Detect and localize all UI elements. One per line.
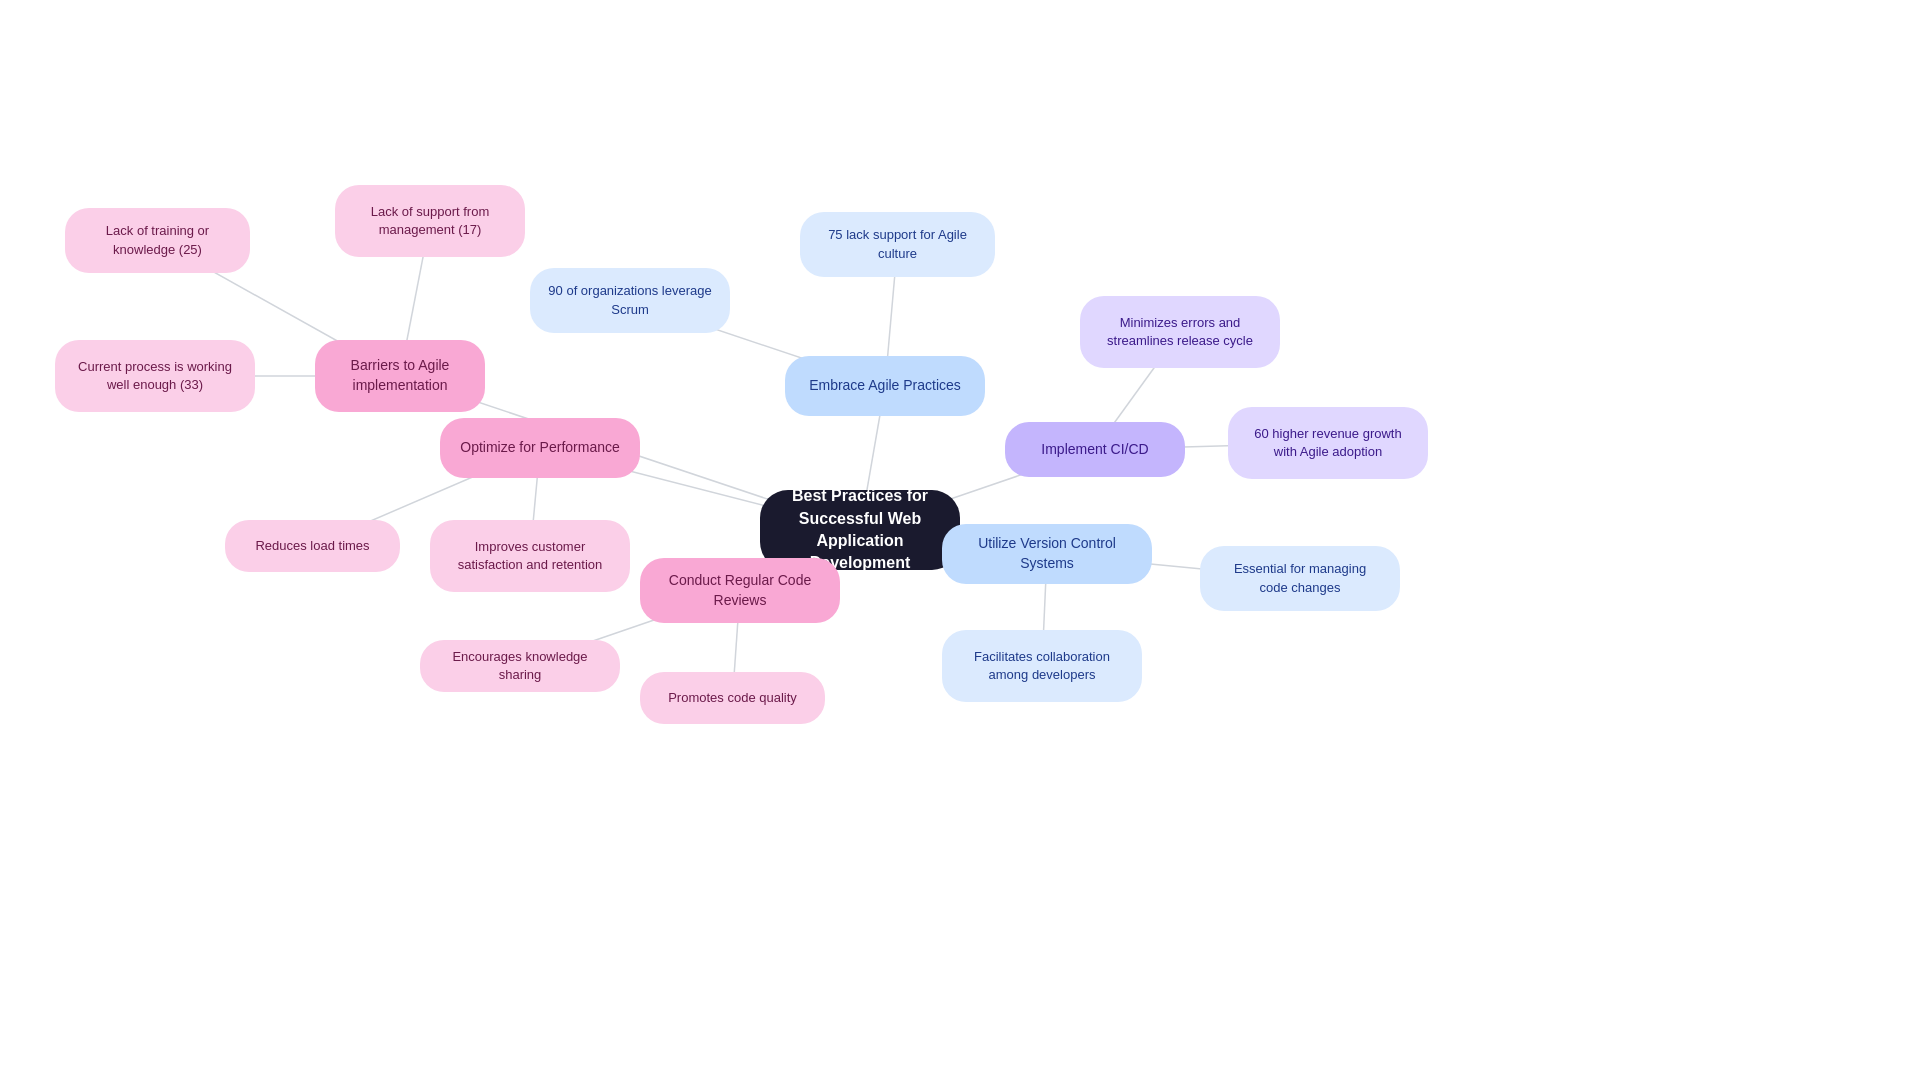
facilitates-collab-node: Facilitates collaboration among develope… — [942, 630, 1142, 702]
current-process-node: Current process is working well enough (… — [55, 340, 255, 412]
knowledge-sharing-node: Encourages knowledge sharing — [420, 640, 620, 692]
version-control-node: Utilize Version Control Systems — [942, 524, 1152, 584]
lack-training-node: Lack of training or knowledge (25) — [65, 208, 250, 273]
lack-support-node: Lack of support from management (17) — [335, 185, 525, 257]
essential-code-node: Essential for managing code changes — [1200, 546, 1400, 611]
barriers-node: Barriers to Agile implementation — [315, 340, 485, 412]
scrum-node: 90 of organizations leverage Scrum — [530, 268, 730, 333]
lack-culture-node: 75 lack support for Agile culture — [800, 212, 995, 277]
improves-cust-node: Improves customer satisfaction and reten… — [430, 520, 630, 592]
minimizes-errors-node: Minimizes errors and streamlines release… — [1080, 296, 1280, 368]
optimize-perf-node: Optimize for Performance — [440, 418, 640, 478]
code-reviews-node: Conduct Regular Code Reviews — [640, 558, 840, 623]
promotes-quality-node: Promotes code quality — [640, 672, 825, 724]
reduces-load-node: Reduces load times — [225, 520, 400, 572]
implement-cicd-node: Implement CI/CD — [1005, 422, 1185, 477]
higher-revenue-node: 60 higher revenue growth with Agile adop… — [1228, 407, 1428, 479]
embrace-agile-node: Embrace Agile Practices — [785, 356, 985, 416]
